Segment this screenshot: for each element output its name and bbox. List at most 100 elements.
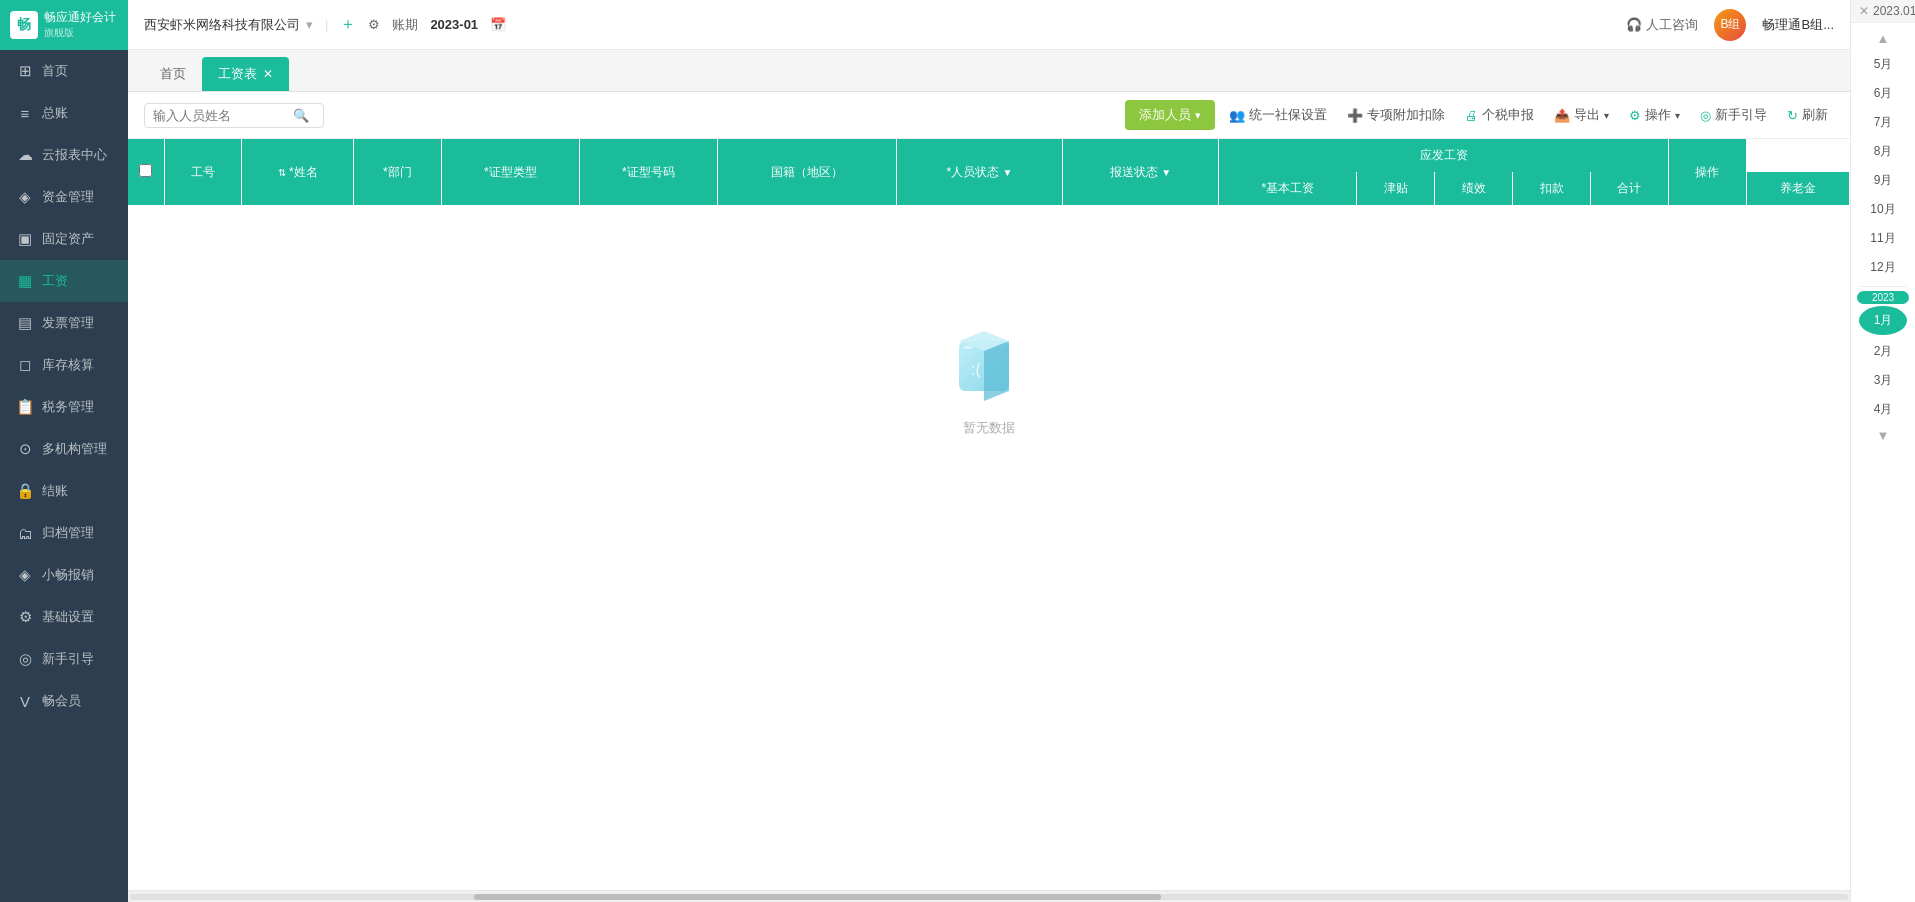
user-avatar: B组	[1714, 9, 1746, 41]
col-cert-type: *证型类型	[441, 139, 579, 205]
search-input[interactable]	[153, 108, 293, 123]
col-cert-no: *证型号码	[579, 139, 717, 205]
period-calendar-icon[interactable]: 📅	[490, 17, 506, 32]
empty-text: 暂无数据	[963, 419, 1015, 437]
period-month-6[interactable]: 6月	[1851, 79, 1915, 108]
add-dropdown-icon: ▾	[1195, 109, 1201, 122]
col-checkbox	[128, 139, 164, 205]
closing-icon: 🔒	[16, 482, 34, 500]
sidebar-item-home[interactable]: ⊞ 首页	[0, 50, 128, 92]
export-button[interactable]: 📤 导出 ▾	[1548, 102, 1615, 128]
tab-close-icon[interactable]: ✕	[263, 67, 273, 81]
sidebar-item-payroll[interactable]: ▦ 工资	[0, 260, 128, 302]
sidebar-item-closing[interactable]: 🔒 结账	[0, 470, 128, 512]
payroll-icon: ▦	[16, 272, 34, 290]
period-month-12[interactable]: 12月	[1851, 253, 1915, 282]
period-divider	[1859, 286, 1907, 287]
sidebar-item-expense[interactable]: ◈ 小畅报销	[0, 554, 128, 596]
company-name: 西安虾米网络科技有限公司	[144, 16, 300, 34]
report-status-filter-icon[interactable]: ▼	[1161, 167, 1171, 178]
toolbar-right: 添加人员 ▾ 👥 统一社保设置 ➕ 专项附加扣除 🖨 个税申报 📤 导出 ▾	[1125, 100, 1834, 130]
toolbar: 🔍 添加人员 ▾ 👥 统一社保设置 ➕ 专项附加扣除 🖨 个税申报 📤 导出	[128, 92, 1850, 139]
help-button[interactable]: 🎧 人工咨询	[1626, 16, 1698, 34]
export-icon: 📤	[1554, 108, 1570, 123]
period-month-9[interactable]: 9月	[1851, 166, 1915, 195]
period-month-3[interactable]: 3月	[1851, 366, 1915, 395]
sidebar-item-member[interactable]: V 畅会员	[0, 680, 128, 722]
col-dept: *部门	[353, 139, 441, 205]
user-name: 畅理通B组...	[1762, 16, 1834, 34]
period-scroll[interactable]: ▲ 5月 6月 7月 8月 9月 10月 11月 12月 2023 1月 2月 …	[1851, 23, 1915, 902]
operate-button[interactable]: ⚙ 操作 ▾	[1623, 102, 1686, 128]
headset-icon: 🎧	[1626, 17, 1642, 32]
app-logo: 畅 畅应通好会计 旗舰版	[0, 0, 128, 50]
period-scroll-down[interactable]: ▼	[1851, 424, 1915, 447]
period-month-2[interactable]: 2月	[1851, 337, 1915, 366]
scrollbar-thumb[interactable]	[474, 894, 1161, 900]
social-insurance-button[interactable]: 👥 统一社保设置	[1223, 102, 1333, 128]
empty-cell: :( 暂无数据	[128, 205, 1850, 555]
expense-icon: ◈	[16, 566, 34, 584]
sidebar-item-settings[interactable]: ⚙ 基础设置	[0, 596, 128, 638]
topbar-right: 🎧 人工咨询 B组 畅理通B组...	[1626, 9, 1834, 41]
empty-icon-wrap: :(	[949, 323, 1029, 403]
col-allowance: 津贴	[1357, 172, 1435, 205]
topbar: 西安虾米网络科技有限公司 ▾ | ＋ ⚙ 账期 2023-01 📅 🎧 人工咨询…	[128, 0, 1850, 50]
sidebar-item-tax[interactable]: 📋 税务管理	[0, 386, 128, 428]
period-month-1[interactable]: 1月	[1859, 306, 1907, 335]
tax-icon: 📋	[16, 398, 34, 416]
period-month-10[interactable]: 10月	[1851, 195, 1915, 224]
col-nationality: 国籍（地区）	[718, 139, 897, 205]
period-month-8[interactable]: 8月	[1851, 137, 1915, 166]
empty-state: :( 暂无数据	[128, 205, 1850, 555]
svg-rect-4	[964, 346, 972, 349]
guide-icon: ◎	[1700, 108, 1711, 123]
period-label: 账期	[392, 16, 418, 34]
period-month-5[interactable]: 5月	[1851, 50, 1915, 79]
fund-icon: ◈	[16, 188, 34, 206]
search-icon: 🔍	[293, 108, 309, 123]
empty-svg: :(	[949, 323, 1029, 403]
refresh-button[interactable]: ↻ 刷新	[1781, 102, 1834, 128]
settings-icon: ⚙	[16, 608, 34, 626]
period-year-badge: 2023	[1857, 291, 1909, 304]
tabbar: 首页 工资表 ✕	[128, 50, 1850, 92]
period-month-11[interactable]: 11月	[1851, 224, 1915, 253]
company-selector[interactable]: 西安虾米网络科技有限公司 ▾	[144, 16, 313, 34]
deduction-button[interactable]: ➕ 专项附加扣除	[1341, 102, 1451, 128]
scrollbar-track[interactable]	[130, 894, 1848, 900]
col-pension: 养老金	[1746, 172, 1849, 205]
col-operation: 操作	[1668, 139, 1746, 205]
period-month-7[interactable]: 7月	[1851, 108, 1915, 137]
period-panel-close-icon[interactable]: ✕	[1859, 4, 1869, 18]
add-employee-button[interactable]: 添加人员 ▾	[1125, 100, 1215, 130]
add-company-button[interactable]: ＋	[340, 14, 356, 35]
sidebar-item-invoice[interactable]: ▤ 发票管理	[0, 302, 128, 344]
period-month-4[interactable]: 4月	[1851, 395, 1915, 424]
col-total: 合计	[1591, 172, 1669, 205]
period-panel-header: ✕ 2023.01 ⤢	[1851, 0, 1915, 23]
fixed-icon: ▣	[16, 230, 34, 248]
emp-status-filter-icon[interactable]: ▼	[1002, 167, 1012, 178]
period-scroll-up[interactable]: ▲	[1851, 27, 1915, 50]
sidebar-item-guide[interactable]: ◎ 新手引导	[0, 638, 128, 680]
guide-icon: ◎	[16, 650, 34, 668]
operate-icon: ⚙	[1629, 108, 1641, 123]
select-all-checkbox[interactable]	[139, 164, 152, 177]
sidebar-item-inventory[interactable]: ◻ 库存核算	[0, 344, 128, 386]
tax-report-button[interactable]: 🖨 个税申报	[1459, 102, 1540, 128]
sort-icon: ⇅	[278, 167, 286, 178]
sidebar-item-fixed[interactable]: ▣ 固定资产	[0, 218, 128, 260]
period-current: 2023.01	[1873, 4, 1915, 18]
tab-home[interactable]: 首页	[144, 57, 202, 91]
sidebar-item-archive[interactable]: 🗂 归档管理	[0, 512, 128, 554]
horizontal-scrollbar[interactable]	[128, 890, 1850, 902]
sidebar-item-multi[interactable]: ⊙ 多机构管理	[0, 428, 128, 470]
sidebar-item-report[interactable]: ☁ 云报表中心	[0, 134, 128, 176]
tab-payroll[interactable]: 工资表 ✕	[202, 57, 289, 91]
sidebar-item-fund[interactable]: ◈ 资金管理	[0, 176, 128, 218]
period-panel: ✕ 2023.01 ⤢ ▲ 5月 6月 7月 8月 9月 10月 11月 12月…	[1850, 0, 1915, 902]
sidebar-item-ledger[interactable]: ≡ 总账	[0, 92, 128, 134]
company-settings-icon[interactable]: ⚙	[368, 17, 380, 32]
guide-button[interactable]: ◎ 新手引导	[1694, 102, 1773, 128]
